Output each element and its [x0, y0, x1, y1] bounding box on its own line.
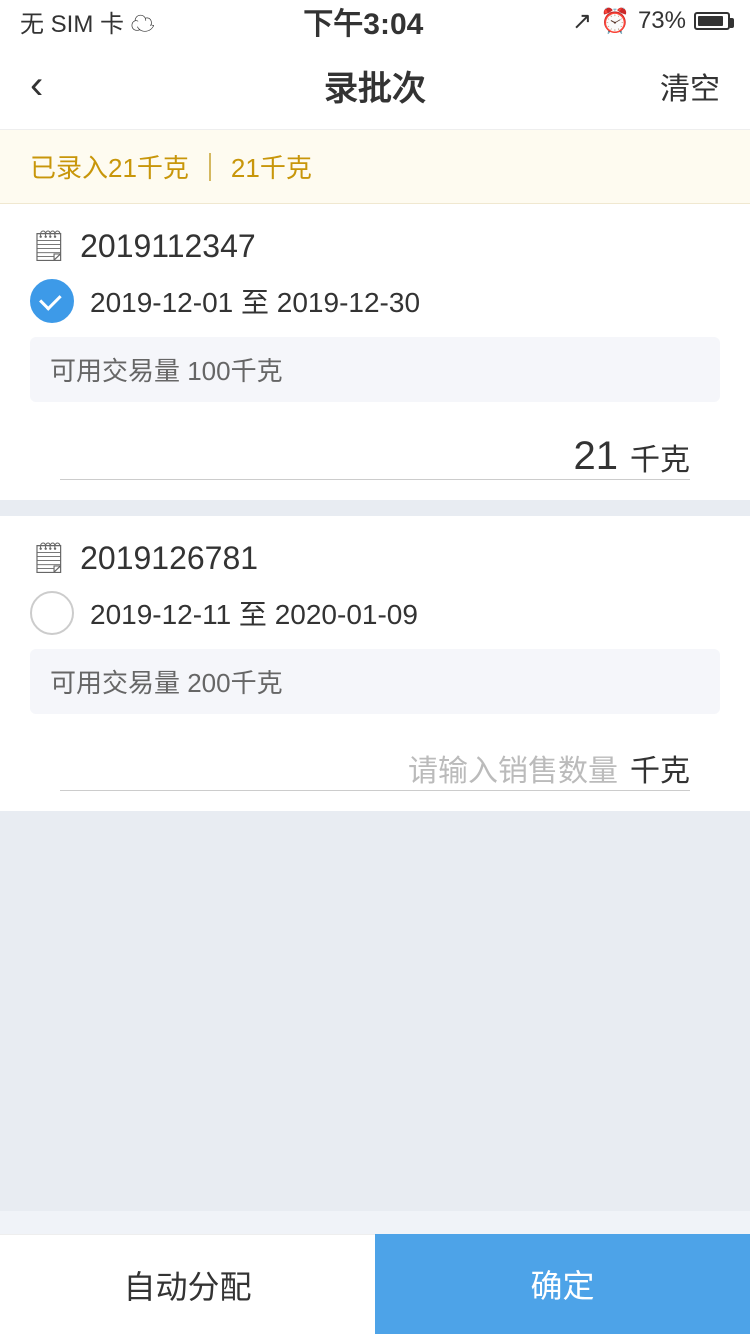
section-divider-1: [0, 500, 750, 516]
batch-1-icon: 🗒: [30, 229, 68, 264]
status-time: 下午3:04: [303, 0, 423, 43]
batch-2-unit: 千克: [630, 746, 690, 790]
batch-1-unit: 千克: [630, 435, 690, 479]
batch-2-qty-row: 请输入销售数量 千克: [30, 730, 720, 790]
status-right: ↗ ⏰ 73%: [572, 7, 730, 36]
batch-2-icon: 🗒: [30, 541, 68, 576]
batch-1-header: 🗒 2019112347: [30, 228, 720, 265]
batch-2-underline: [60, 790, 690, 791]
battery-icon: [694, 12, 730, 30]
batch-1-quantity[interactable]: 21: [498, 434, 618, 479]
info-banner: 已录入21千克 21千克: [0, 130, 750, 204]
batch-2-date-row: 2019-12-11 至 2020-01-09: [30, 591, 720, 635]
nav-bar: ‹ 录批次 清空: [0, 42, 750, 130]
empty-area: [0, 811, 750, 1211]
clear-button[interactable]: 清空: [660, 64, 720, 108]
status-left: 无 SIM 卡 ☁: [20, 4, 155, 39]
alarm-icon: ⏰: [600, 7, 630, 36]
recorded-label: 已录入21千克: [30, 148, 189, 185]
bottom-actions: 自动分配 确定: [0, 1234, 750, 1334]
batch-2-available: 可用交易量 200千克: [30, 649, 720, 714]
confirm-button[interactable]: 确定: [375, 1234, 750, 1334]
batch-item-2: 🗒 2019126781 2019-12-11 至 2020-01-09 可用交…: [0, 516, 750, 811]
batch-1-underline: [60, 479, 690, 480]
batch-1-available: 可用交易量 100千克: [30, 337, 720, 402]
auto-distribute-button[interactable]: 自动分配: [0, 1234, 375, 1334]
batch-1-date-row: 2019-12-01 至 2019-12-30: [30, 279, 720, 323]
batch-1-qty-row: 21 千克: [30, 418, 720, 479]
recorded-value: 21千克: [231, 148, 312, 185]
batch-item-1: 🗒 2019112347 2019-12-01 至 2019-12-30 可用交…: [0, 204, 750, 500]
sim-label: 无 SIM 卡 ☁: [20, 4, 155, 39]
batch-2-placeholder: 请输入销售数量: [60, 746, 618, 790]
batch-1-id: 2019112347: [80, 228, 256, 265]
back-button[interactable]: ‹: [30, 63, 90, 108]
status-bar: 无 SIM 卡 ☁ 下午3:04 ↗ ⏰ 73%: [0, 0, 750, 42]
batch-2-radio[interactable]: [30, 591, 74, 635]
page-title: 录批次: [324, 61, 426, 110]
location-icon: ↗: [572, 7, 592, 36]
battery-label: 73%: [638, 7, 686, 35]
batch-1-radio[interactable]: [30, 279, 74, 323]
info-divider: [209, 153, 211, 181]
batch-2-date: 2019-12-11 至 2020-01-09: [90, 593, 418, 633]
batch-2-header: 🗒 2019126781: [30, 540, 720, 577]
content-area: 🗒 2019112347 2019-12-01 至 2019-12-30 可用交…: [0, 204, 750, 1311]
batch-1-date: 2019-12-01 至 2019-12-30: [90, 281, 420, 321]
batch-2-id: 2019126781: [80, 540, 258, 577]
